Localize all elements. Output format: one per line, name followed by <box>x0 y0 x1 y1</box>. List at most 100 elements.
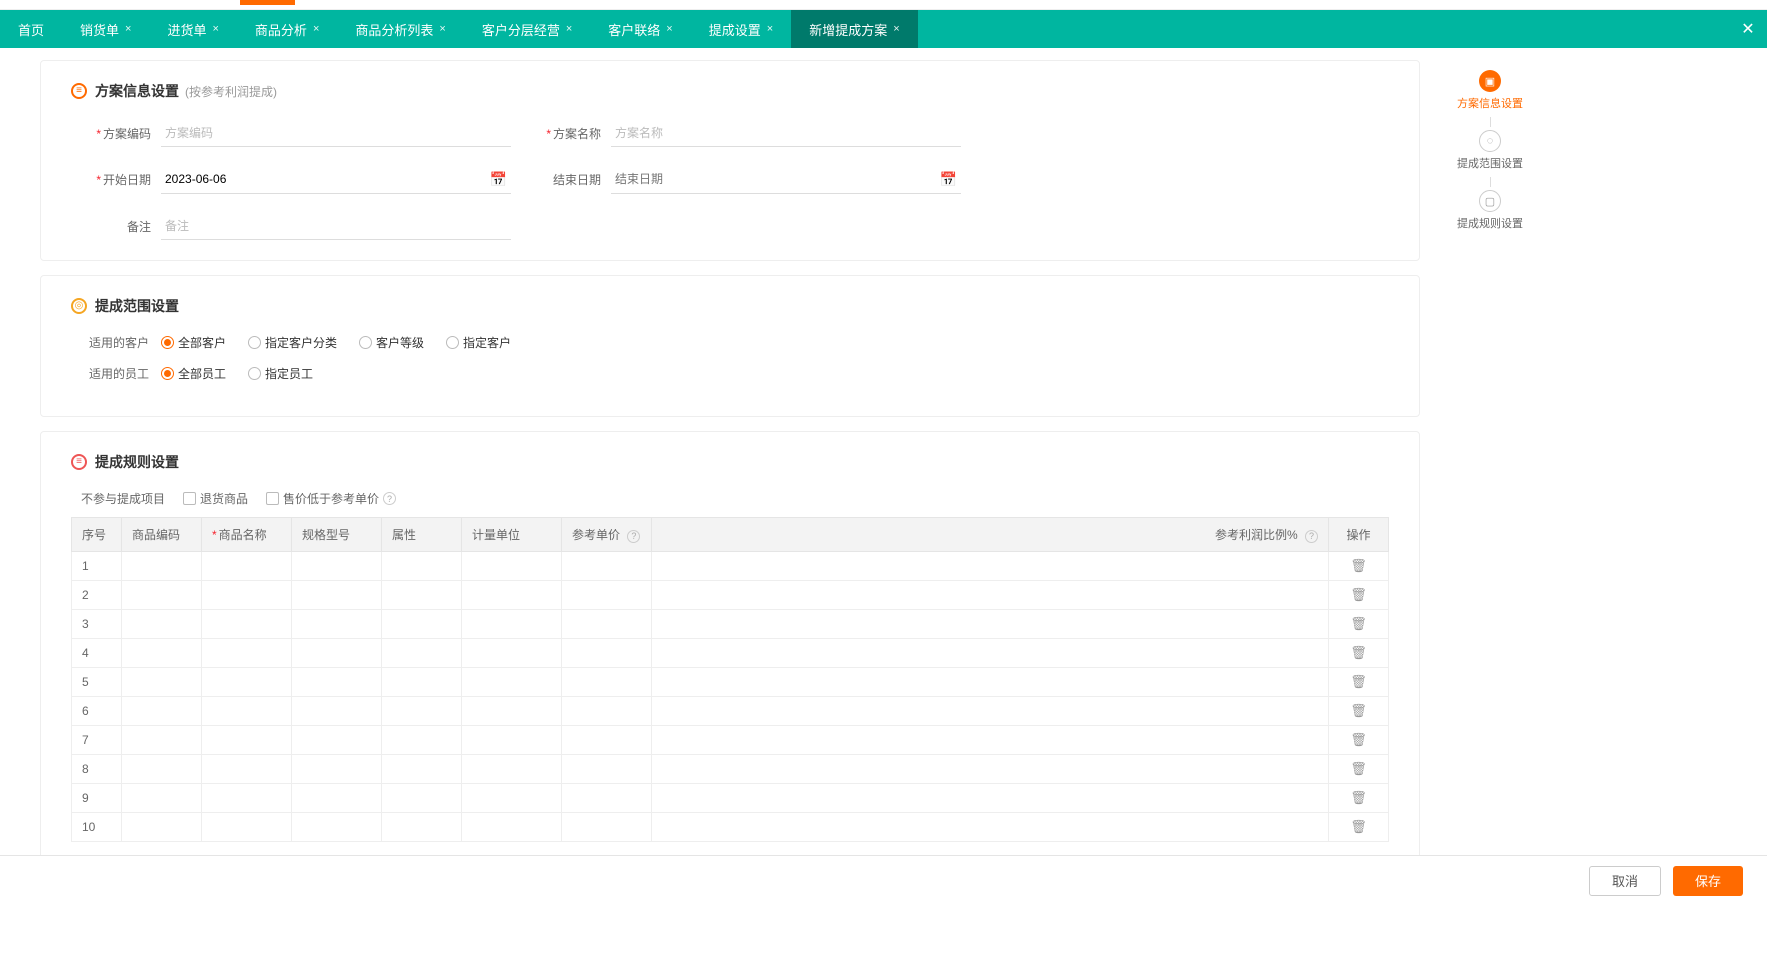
tab-销货单[interactable]: 销货单× <box>62 10 149 48</box>
cell[interactable] <box>652 610 1329 639</box>
cell[interactable] <box>462 813 562 842</box>
calendar-icon[interactable]: 📅 <box>486 171 511 188</box>
cell[interactable] <box>122 610 202 639</box>
cell[interactable] <box>202 697 292 726</box>
cell[interactable] <box>382 726 462 755</box>
cell[interactable] <box>122 813 202 842</box>
tab-商品分析列表[interactable]: 商品分析列表× <box>337 10 463 48</box>
cell[interactable] <box>652 784 1329 813</box>
cell[interactable] <box>292 581 382 610</box>
cell[interactable] <box>292 697 382 726</box>
close-icon[interactable]: × <box>212 23 218 35</box>
input-end-date[interactable] <box>611 165 936 193</box>
customer-option[interactable]: 指定客户 <box>446 334 511 351</box>
cell[interactable] <box>202 813 292 842</box>
close-icon[interactable]: × <box>767 23 773 35</box>
cell[interactable] <box>292 552 382 581</box>
cell[interactable] <box>202 552 292 581</box>
cell[interactable] <box>202 755 292 784</box>
cell[interactable] <box>562 726 652 755</box>
cell[interactable] <box>462 784 562 813</box>
input-plan-code[interactable] <box>161 119 511 147</box>
cell[interactable] <box>122 697 202 726</box>
input-start-date[interactable] <box>161 165 486 193</box>
cell[interactable] <box>562 813 652 842</box>
close-all-tabs-icon[interactable]: ✕ <box>1729 10 1767 48</box>
cell[interactable] <box>562 581 652 610</box>
close-icon[interactable]: × <box>125 23 131 35</box>
table-row[interactable]: 5🗑 <box>72 668 1389 697</box>
delete-icon[interactable]: 🗑 <box>1350 645 1367 660</box>
save-button[interactable]: 保存 <box>1673 866 1743 896</box>
cell[interactable] <box>202 610 292 639</box>
cell[interactable] <box>382 639 462 668</box>
tab-进货单[interactable]: 进货单× <box>149 10 236 48</box>
cell[interactable] <box>292 639 382 668</box>
tab-新增提成方案[interactable]: 新增提成方案× <box>791 10 917 48</box>
cancel-button[interactable]: 取消 <box>1589 866 1661 896</box>
cell[interactable] <box>462 755 562 784</box>
cell[interactable] <box>652 552 1329 581</box>
cell[interactable] <box>462 668 562 697</box>
cell[interactable] <box>562 639 652 668</box>
help-icon[interactable]: ? <box>627 530 640 543</box>
cell[interactable] <box>202 581 292 610</box>
customer-option[interactable]: 全部客户 <box>161 334 226 351</box>
cell[interactable] <box>292 813 382 842</box>
cell[interactable] <box>652 697 1329 726</box>
cell[interactable] <box>652 755 1329 784</box>
table-row[interactable]: 9🗑 <box>72 784 1389 813</box>
cell[interactable] <box>382 552 462 581</box>
checkbox-return-goods[interactable]: 退货商品 <box>183 490 248 507</box>
cell[interactable] <box>382 610 462 639</box>
cell[interactable] <box>122 755 202 784</box>
help-icon[interactable]: ? <box>1305 530 1318 543</box>
cell[interactable] <box>292 610 382 639</box>
table-row[interactable]: 8🗑 <box>72 755 1389 784</box>
cell[interactable] <box>122 581 202 610</box>
delete-icon[interactable]: 🗑 <box>1350 761 1367 776</box>
delete-icon[interactable]: 🗑 <box>1350 819 1367 834</box>
cell[interactable] <box>562 697 652 726</box>
tab-客户联络[interactable]: 客户联络× <box>590 10 690 48</box>
table-row[interactable]: 1🗑 <box>72 552 1389 581</box>
input-remark[interactable] <box>161 212 511 240</box>
delete-icon[interactable]: 🗑 <box>1350 674 1367 689</box>
delete-icon[interactable]: 🗑 <box>1350 790 1367 805</box>
cell[interactable] <box>562 610 652 639</box>
table-row[interactable]: 4🗑 <box>72 639 1389 668</box>
cell[interactable] <box>652 813 1329 842</box>
cell[interactable] <box>652 639 1329 668</box>
close-icon[interactable]: × <box>893 23 899 35</box>
cell[interactable] <box>292 726 382 755</box>
cell[interactable] <box>462 552 562 581</box>
cell[interactable] <box>562 755 652 784</box>
delete-icon[interactable]: 🗑 <box>1350 703 1367 718</box>
cell[interactable] <box>202 784 292 813</box>
cell[interactable] <box>462 581 562 610</box>
cell[interactable] <box>382 784 462 813</box>
cell[interactable] <box>292 784 382 813</box>
cell[interactable] <box>382 813 462 842</box>
cell[interactable] <box>122 726 202 755</box>
tab-提成设置[interactable]: 提成设置× <box>691 10 791 48</box>
delete-icon[interactable]: 🗑 <box>1350 558 1367 573</box>
cell[interactable] <box>202 668 292 697</box>
employee-option[interactable]: 指定员工 <box>248 365 313 382</box>
cell[interactable] <box>122 639 202 668</box>
table-row[interactable]: 2🗑 <box>72 581 1389 610</box>
table-row[interactable]: 10🗑 <box>72 813 1389 842</box>
cell[interactable] <box>122 552 202 581</box>
cell[interactable] <box>122 668 202 697</box>
help-icon[interactable]: ? <box>383 492 396 505</box>
cell[interactable] <box>292 668 382 697</box>
tab-客户分层经营[interactable]: 客户分层经营× <box>464 10 590 48</box>
customer-option[interactable]: 客户等级 <box>359 334 424 351</box>
close-icon[interactable]: × <box>666 23 672 35</box>
cell[interactable] <box>462 697 562 726</box>
cell[interactable] <box>382 697 462 726</box>
cell[interactable] <box>382 581 462 610</box>
cell[interactable] <box>382 755 462 784</box>
close-icon[interactable]: × <box>313 23 319 35</box>
close-icon[interactable]: × <box>439 23 445 35</box>
